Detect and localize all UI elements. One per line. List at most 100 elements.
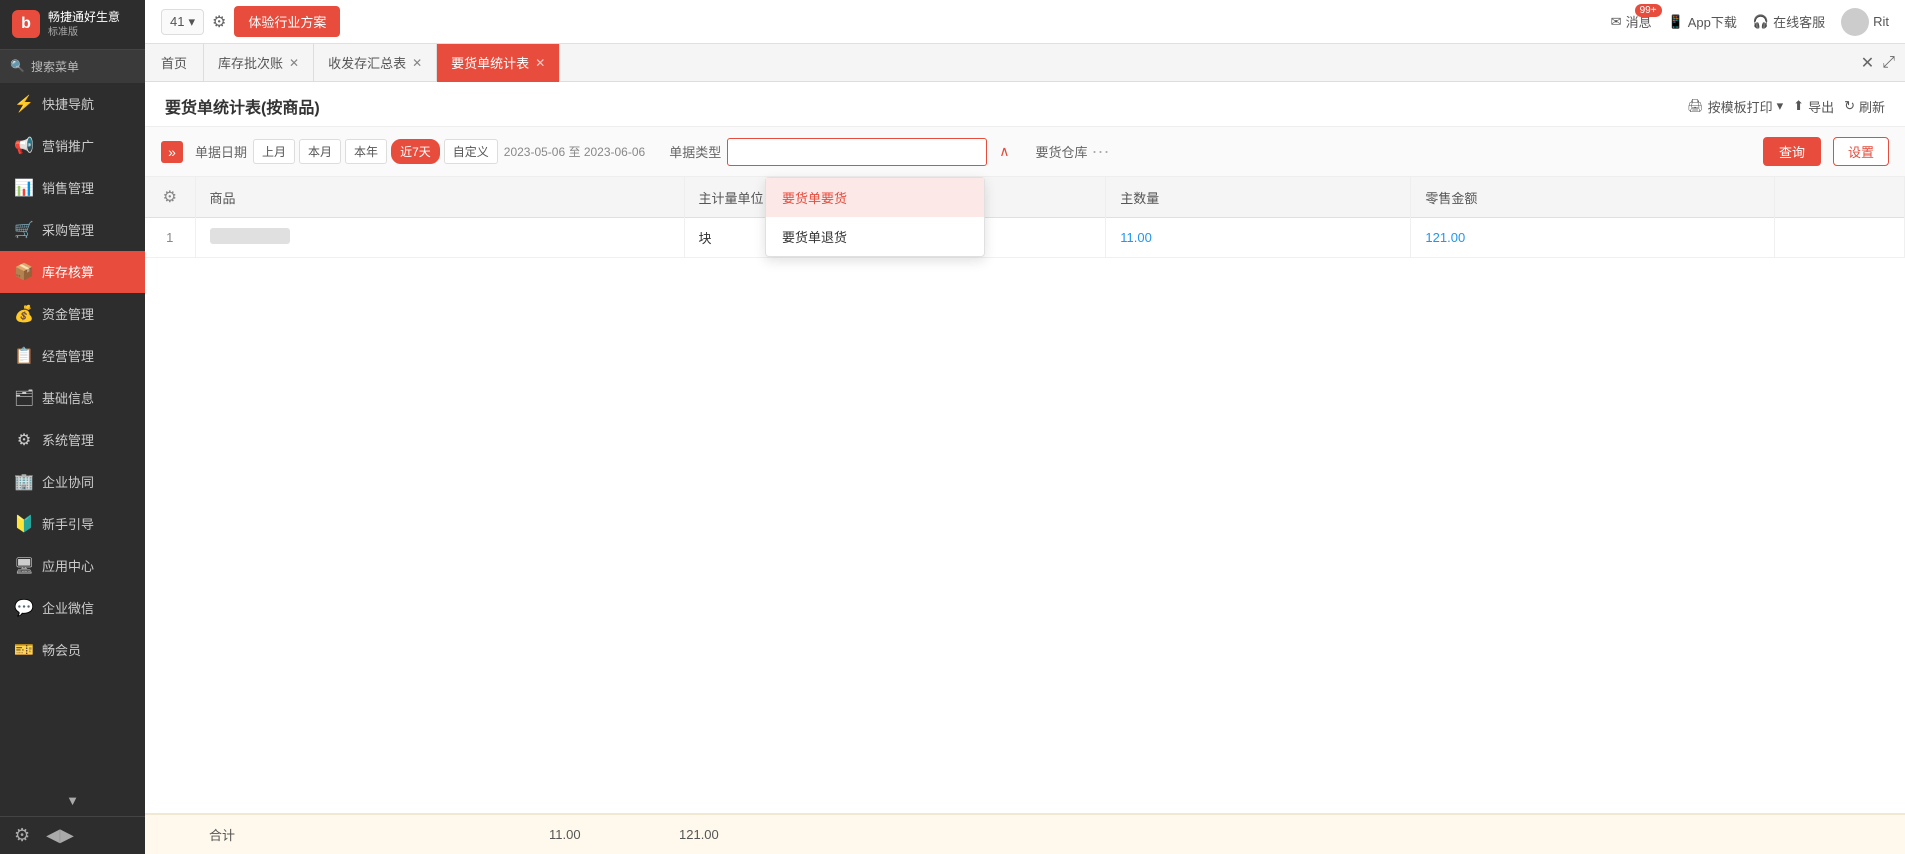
online-service-btn[interactable]: 🎧 在线客服: [1753, 12, 1825, 31]
avatar: [1841, 8, 1869, 36]
sidebar-item-inventory[interactable]: 📦库存核算: [0, 251, 145, 293]
tab-receipt-summary[interactable]: 收发存汇总表 ✕: [314, 44, 437, 82]
print-btn[interactable]: 🖨 按模板打印 ▾: [1687, 97, 1783, 116]
export-btn[interactable]: ⬆ 导出: [1793, 97, 1834, 116]
nav-label-members: 畅会员: [42, 640, 81, 659]
sidebar-item-system[interactable]: ⚙系统管理: [0, 419, 145, 461]
type-filter-input[interactable]: [727, 138, 987, 166]
nav-label-operation: 经营管理: [42, 346, 94, 365]
sidebar-item-appstore[interactable]: 🖥应用中心: [0, 545, 145, 587]
date-btn-upmonth[interactable]: 上月: [253, 139, 295, 164]
type-filter-group: 单据类型 ∧: [669, 138, 1015, 166]
page-content: 要货单统计表(按商品) 🖨 按模板打印 ▾ ⬆ 导出 ↻ 刷新: [145, 82, 1905, 854]
cell-amount: 121.00: [1411, 218, 1774, 258]
filter-expand-btn[interactable]: »: [161, 141, 183, 163]
gear-icon: ⚙: [163, 189, 177, 206]
tab-order-stats[interactable]: 要货单统计表 ✕: [437, 44, 560, 82]
refresh-label: 刷新: [1859, 97, 1885, 116]
topbar-gear-icon[interactable]: ⚙: [212, 12, 226, 32]
nav-label-appstore: 应用中心: [42, 556, 94, 575]
store-selector[interactable]: 41 ▾: [161, 9, 204, 35]
print-icon: 🖨: [1687, 98, 1704, 114]
date-btn-custom[interactable]: 自定义: [444, 139, 498, 164]
cell-extra: [1774, 218, 1904, 258]
message-icon: ✉: [1611, 14, 1622, 30]
app-download-btn[interactable]: 📱 App下载: [1668, 12, 1737, 31]
sidebar-scroll-down[interactable]: ▼: [0, 785, 145, 816]
type-dropdown-btn[interactable]: ∧: [993, 138, 1015, 166]
settings-filter-btn[interactable]: 设置: [1833, 137, 1889, 166]
table-row: 1 块 11.00 121.00: [145, 218, 1905, 258]
sidebar-item-basic[interactable]: 🗂 基础信息: [0, 377, 145, 419]
user-avatar-btn[interactable]: Rit: [1841, 8, 1889, 36]
table-area: ⚙ 商品 主计量单位 主数量 零售金额 1 块 11.00 121.00: [145, 177, 1905, 813]
th-gear[interactable]: ⚙: [145, 177, 195, 218]
date-btn-thismonth[interactable]: 本月: [299, 139, 341, 164]
page-title: 要货单统计表(按商品): [165, 94, 320, 118]
tab-batch-account-close[interactable]: ✕: [289, 56, 299, 70]
warehouse-more-btn[interactable]: ···: [1091, 141, 1109, 162]
sidebar-item-sales[interactable]: 📊销售管理: [0, 167, 145, 209]
sidebar-item-finance[interactable]: 💰 资金管理: [0, 293, 145, 335]
warehouse-label: 要货仓库: [1035, 142, 1087, 161]
nav-icon-finance: 💰: [14, 304, 34, 324]
footer-amount: 121.00: [679, 827, 809, 842]
date-range-text: 2023-05-06 至 2023-06-06: [504, 143, 645, 160]
trial-btn[interactable]: 体验行业方案: [234, 6, 340, 37]
tab-order-stats-close[interactable]: ✕: [535, 56, 545, 70]
nav-label-marketing: 营销推广: [42, 136, 94, 155]
service-icon: 🎧: [1753, 14, 1769, 30]
sidebar-item-marketing[interactable]: 📢营销推广: [0, 125, 145, 167]
tab-receipt-summary-close[interactable]: ✕: [412, 56, 422, 70]
table-body: 1 块 11.00 121.00: [145, 218, 1905, 258]
dropdown-item-request[interactable]: 要货单要货: [766, 178, 984, 217]
nav-label-enterprise: 企业协同: [42, 472, 94, 491]
nav-icon-enterprise: 🏢: [14, 472, 34, 492]
date-btn-7days[interactable]: 近7天: [391, 139, 440, 164]
tab-home[interactable]: 首页: [145, 44, 204, 82]
sidebar-search[interactable]: 🔍 搜索菜单: [0, 50, 145, 83]
messages-btn[interactable]: ✉ 消息 99+: [1611, 12, 1652, 31]
sidebar-nav: ⚡快捷导航📢营销推广📊销售管理🛒采购管理📦库存核算 💰 资金管理 📋经营管理 🗂 基础信息…: [0, 83, 145, 785]
sidebar-item-wechat[interactable]: 💬企业微信: [0, 587, 145, 629]
tabs-expand-icon[interactable]: ⤢: [1882, 54, 1895, 72]
dropdown-item-return[interactable]: 要货单退货: [766, 217, 984, 256]
sidebar-item-operation[interactable]: 📋经营管理: [0, 335, 145, 377]
user-name: Rit: [1873, 14, 1889, 29]
topbar-right: ✉ 消息 99+ 📱 App下载 🎧 在线客服 Rit: [1611, 8, 1889, 36]
sidebar-item-purchase[interactable]: 🛒采购管理: [0, 209, 145, 251]
sidebar-item-guide[interactable]: 🔰新手引导: [0, 503, 145, 545]
search-btn[interactable]: 查询: [1763, 137, 1821, 166]
date-filter-group: 单据日期 上月 本月 本年 近7天 自定义 2023-05-06 至 2023-…: [195, 139, 645, 164]
online-service-label: 在线客服: [1773, 12, 1825, 31]
tabs-actions: ✕ ⤢: [1851, 53, 1905, 73]
footer-qty: 11.00: [549, 827, 679, 842]
logo-icon: b: [12, 10, 40, 38]
app-icon: 📱: [1668, 14, 1684, 30]
messages-count: 99+: [1635, 4, 1662, 17]
page-header: 要货单统计表(按商品) 🖨 按模板打印 ▾ ⬆ 导出 ↻ 刷新: [145, 82, 1905, 127]
nav-label-finance: 资金管理: [42, 304, 94, 323]
export-icon: ⬆: [1793, 98, 1804, 114]
print-dropdown-icon: ▾: [1777, 98, 1784, 114]
qty-link[interactable]: 11.00: [1120, 230, 1152, 245]
amount-link[interactable]: 121.00: [1425, 230, 1465, 245]
nav-icon-basic: 🗂: [14, 388, 34, 408]
nav-icon-quick-nav: ⚡: [14, 94, 34, 114]
tab-order-stats-label: 要货单统计表: [451, 53, 529, 72]
date-btn-thisyear[interactable]: 本年: [345, 139, 387, 164]
nav-label-inventory: 库存核算: [42, 262, 94, 281]
sidebar-item-members[interactable]: 🎫畅会员: [0, 629, 145, 671]
refresh-btn[interactable]: ↻ 刷新: [1844, 97, 1885, 116]
nav-label-system: 系统管理: [42, 430, 94, 449]
tabs-close-icon[interactable]: ✕: [1861, 53, 1874, 73]
tab-batch-account[interactable]: 库存批次账 ✕: [204, 44, 314, 82]
nav-label-basic: 基础信息: [42, 388, 94, 407]
collapse-icon[interactable]: ◀▶: [46, 825, 74, 846]
table-header-row: ⚙ 商品 主计量单位 主数量 零售金额: [145, 177, 1905, 218]
sidebar-item-quick-nav[interactable]: ⚡快捷导航: [0, 83, 145, 125]
sidebar-item-enterprise[interactable]: 🏢 企业协同: [0, 461, 145, 503]
sidebar: b 畅捷通好生意 标准版 🔍 搜索菜单 ⚡快捷导航📢营销推广📊销售管理🛒采购管理…: [0, 0, 145, 854]
settings-icon[interactable]: ⚙: [14, 825, 30, 846]
expand-icon: »: [168, 144, 176, 160]
